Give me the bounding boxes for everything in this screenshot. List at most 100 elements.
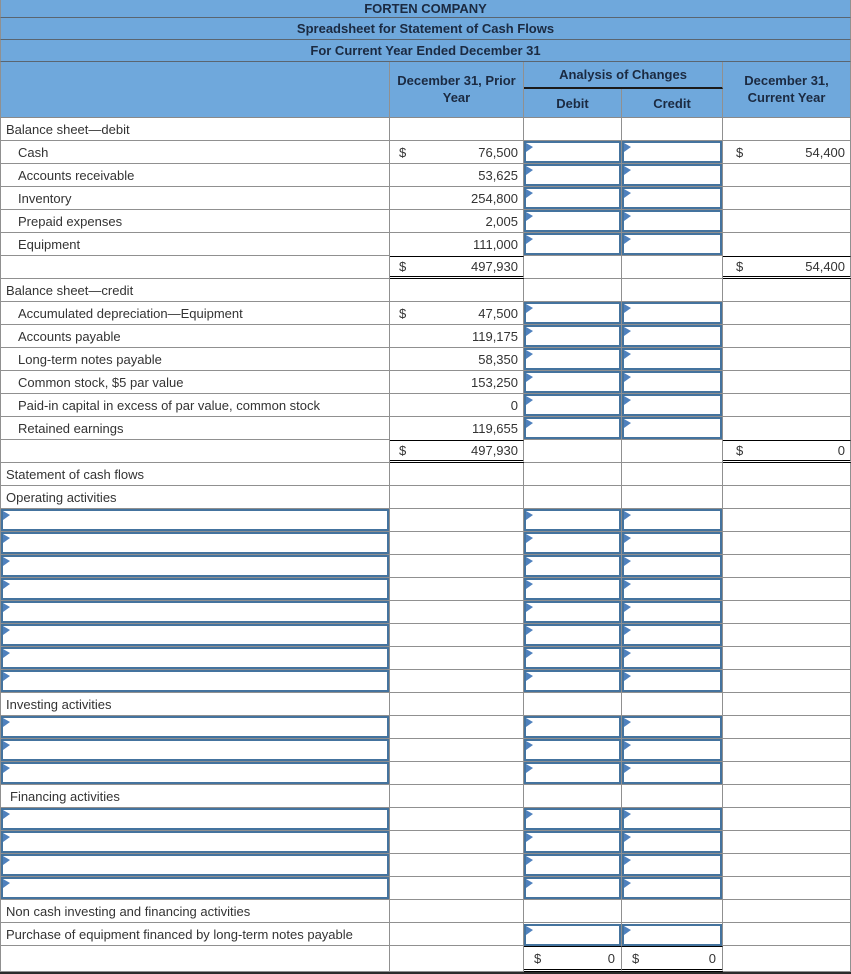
debit-cell bbox=[524, 325, 622, 348]
debit-input[interactable] bbox=[524, 923, 621, 946]
description-cell bbox=[0, 854, 390, 877]
credit-input[interactable] bbox=[622, 877, 722, 899]
debit-cell bbox=[524, 302, 622, 325]
dropdown-marker-icon bbox=[624, 189, 631, 198]
debit-input[interactable] bbox=[524, 555, 621, 577]
credit-input[interactable] bbox=[622, 716, 722, 738]
credit-input[interactable] bbox=[622, 187, 722, 209]
credit-cell bbox=[622, 624, 723, 647]
debit-input[interactable] bbox=[524, 394, 621, 416]
prior-year-value: 2,005 bbox=[390, 210, 524, 233]
col-header-credit: Credit bbox=[622, 89, 723, 118]
debit-input[interactable] bbox=[524, 302, 621, 324]
debit-input[interactable] bbox=[524, 187, 621, 209]
debit-input[interactable] bbox=[524, 532, 621, 554]
credit-input[interactable] bbox=[622, 302, 722, 324]
description-input[interactable] bbox=[1, 578, 389, 600]
debit-input[interactable] bbox=[524, 164, 621, 186]
description-input[interactable] bbox=[1, 624, 389, 646]
debit-input[interactable] bbox=[524, 647, 621, 669]
table-row bbox=[0, 601, 851, 624]
row-label: Cash bbox=[0, 141, 390, 164]
row-label: Prepaid expenses bbox=[0, 210, 390, 233]
dropdown-marker-icon bbox=[526, 810, 533, 819]
description-input[interactable] bbox=[1, 739, 389, 761]
credit-input[interactable] bbox=[622, 762, 722, 784]
empty-cell bbox=[524, 785, 622, 808]
empty-cell bbox=[524, 693, 622, 716]
empty-cell bbox=[390, 808, 524, 831]
credit-input[interactable] bbox=[622, 601, 722, 623]
prior-year-value: 119,175 bbox=[390, 325, 524, 348]
credit-input[interactable] bbox=[622, 348, 722, 370]
cash-flow-spreadsheet: FORTEN COMPANY Spreadsheet for Statement… bbox=[0, 0, 851, 974]
credit-input[interactable] bbox=[622, 394, 722, 416]
description-input[interactable] bbox=[1, 555, 389, 577]
debit-input[interactable] bbox=[524, 831, 621, 853]
credit-input[interactable] bbox=[622, 578, 722, 600]
sheet-subtitle: Spreadsheet for Statement of Cash Flows bbox=[0, 18, 851, 40]
credit-input[interactable] bbox=[622, 670, 722, 692]
debit-input[interactable] bbox=[524, 325, 621, 347]
debit-input[interactable] bbox=[524, 141, 621, 163]
credit-input[interactable] bbox=[622, 739, 722, 761]
description-input[interactable] bbox=[1, 601, 389, 623]
debit-input[interactable] bbox=[524, 348, 621, 370]
debit-input[interactable] bbox=[524, 670, 621, 692]
debit-input[interactable] bbox=[524, 509, 621, 531]
credit-cell bbox=[622, 532, 723, 555]
description-input[interactable] bbox=[1, 762, 389, 784]
debit-input[interactable] bbox=[524, 716, 621, 738]
debit-input[interactable] bbox=[524, 417, 621, 439]
credit-input[interactable] bbox=[622, 325, 722, 347]
credit-input[interactable] bbox=[622, 831, 722, 853]
credit-input[interactable] bbox=[622, 808, 722, 830]
description-input[interactable] bbox=[1, 532, 389, 554]
empty-cell bbox=[390, 463, 524, 486]
credit-cell bbox=[622, 233, 723, 256]
table-row: $497,930 $54,400 bbox=[0, 256, 851, 279]
description-input[interactable] bbox=[1, 716, 389, 738]
amount: 0 bbox=[708, 950, 716, 966]
credit-input[interactable] bbox=[622, 509, 722, 531]
empty-cell bbox=[390, 601, 524, 624]
credit-cell bbox=[622, 877, 723, 900]
description-input[interactable] bbox=[1, 877, 389, 899]
debit-input[interactable] bbox=[524, 233, 621, 255]
empty-cell bbox=[390, 486, 524, 509]
credit-input[interactable] bbox=[622, 647, 722, 669]
debit-input[interactable] bbox=[524, 210, 621, 232]
description-input[interactable] bbox=[1, 831, 389, 853]
credit-input[interactable] bbox=[622, 555, 722, 577]
credit-input[interactable] bbox=[622, 210, 722, 232]
empty-cell bbox=[723, 601, 851, 624]
debit-input[interactable] bbox=[524, 739, 621, 761]
dropdown-marker-icon bbox=[3, 557, 10, 566]
debit-input[interactable] bbox=[524, 877, 621, 899]
debit-input[interactable] bbox=[524, 601, 621, 623]
credit-input[interactable] bbox=[622, 854, 722, 876]
description-input[interactable] bbox=[1, 647, 389, 669]
debit-input[interactable] bbox=[524, 808, 621, 830]
description-input[interactable] bbox=[1, 509, 389, 531]
credit-input[interactable] bbox=[622, 532, 722, 554]
credit-input[interactable] bbox=[622, 141, 722, 163]
section-label: Statement of cash flows bbox=[0, 463, 390, 486]
debit-input[interactable] bbox=[524, 762, 621, 784]
credit-input[interactable] bbox=[622, 164, 722, 186]
debit-input[interactable] bbox=[524, 578, 621, 600]
credit-input[interactable] bbox=[622, 923, 722, 946]
debit-input[interactable] bbox=[524, 624, 621, 646]
description-input[interactable] bbox=[1, 808, 389, 830]
debit-input[interactable] bbox=[524, 854, 621, 876]
credit-input[interactable] bbox=[622, 233, 722, 255]
debit-input[interactable] bbox=[524, 371, 621, 393]
description-input[interactable] bbox=[1, 854, 389, 876]
credit-input[interactable] bbox=[622, 371, 722, 393]
dropdown-marker-icon bbox=[624, 856, 631, 865]
credit-input[interactable] bbox=[622, 417, 722, 439]
empty-cell bbox=[723, 463, 851, 486]
description-input[interactable] bbox=[1, 670, 389, 692]
credit-input[interactable] bbox=[622, 624, 722, 646]
amount: 58,350 bbox=[478, 351, 518, 367]
